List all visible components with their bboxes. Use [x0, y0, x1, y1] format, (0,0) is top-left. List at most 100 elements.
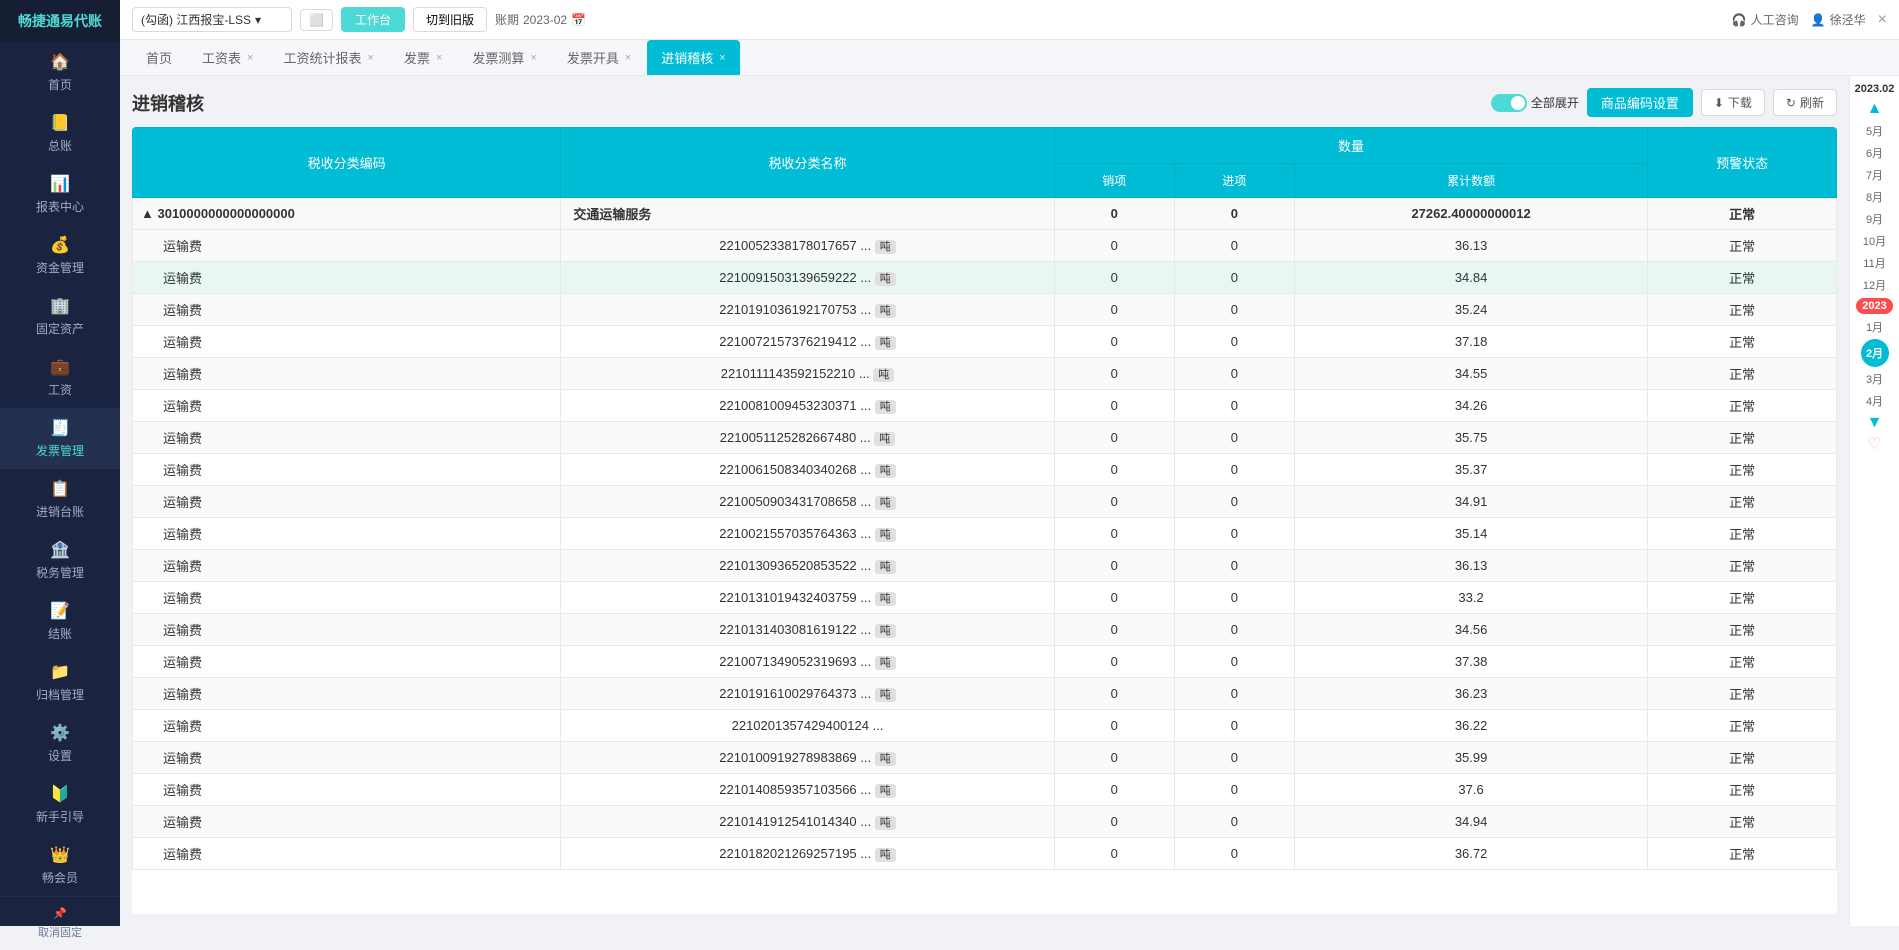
goods-setting-button[interactable]: 商品编码设置 — [1587, 88, 1693, 117]
sidebar-pin-toggle[interactable]: 📌 取消固定 — [0, 896, 120, 950]
row-cumulative: 34.55 — [1294, 358, 1647, 390]
top-bar-right: 🎧 人工咨询 👤 徐泾华 × — [1732, 11, 1887, 29]
col-purchase: 进项 — [1174, 164, 1294, 198]
sidebar-item-home[interactable]: 🏠 首页 — [0, 42, 120, 103]
content-area: 进销稽核 全部展开 商品编码设置 ⬇ 下载 ↻ 刷新 — [120, 76, 1899, 926]
table-row: 运输费 2210201357429400124 ... 0 0 36.22 正常 — [133, 710, 1837, 742]
row-invoice-code: 2210091503139659222 ... 吨 — [561, 262, 1054, 294]
sidebar: 畅捷通易代账 🏠 首页 📒 总账 📊 报表中心 💰 资金管理 🏢 固定资产 💼 … — [0, 0, 120, 926]
row-status: 正常 — [1648, 230, 1837, 262]
toggle-all-label: 全部展开 — [1531, 94, 1579, 111]
timeline-month-2-active[interactable]: 2月 — [1861, 339, 1889, 367]
row-sale: 0 — [1054, 294, 1174, 326]
tab-invoice-calc-close[interactable]: × — [530, 52, 536, 64]
tab-invoice-open-close[interactable]: × — [625, 52, 631, 64]
timeline-month-9[interactable]: 9月 — [1850, 208, 1899, 230]
col-quantity-group: 数量 — [1054, 128, 1648, 164]
row-cumulative: 34.26 — [1294, 390, 1647, 422]
tab-salary[interactable]: 工资表 × — [188, 40, 267, 75]
row-purchase: 0 — [1174, 806, 1294, 838]
tab-home[interactable]: 首页 — [132, 40, 186, 75]
tab-invoice-calc[interactable]: 发票测算 × — [458, 40, 550, 75]
sidebar-item-ledger[interactable]: 📒 总账 — [0, 103, 120, 164]
support-link[interactable]: 🎧 人工咨询 — [1732, 11, 1799, 28]
sidebar-item-bookkeeping[interactable]: 📝 结账 — [0, 591, 120, 652]
timeline-month-4[interactable]: 4月 — [1850, 390, 1899, 412]
sidebar-item-new-guide[interactable]: 🔰 新手引导 — [0, 774, 120, 835]
table-row: 运输费 2210111143592152210 ... 吨 0 0 34.55 … — [133, 358, 1837, 390]
row-invoice-code: 2210140859357103566 ... 吨 — [561, 774, 1054, 806]
row-invoice-code: 2210182021269257195 ... 吨 — [561, 838, 1054, 870]
row-name: 运输费 — [133, 550, 561, 582]
user-profile[interactable]: 👤 徐泾华 — [1811, 11, 1866, 28]
switch-old-button[interactable]: 切到旧版 — [413, 7, 487, 32]
row-cumulative: 27262.40000000012 — [1294, 198, 1647, 230]
row-cumulative: 34.94 — [1294, 806, 1647, 838]
table-row: 运输费 2210081009453230371 ... 吨 0 0 34.26 … — [133, 390, 1837, 422]
tab-salary-close[interactable]: × — [247, 52, 253, 64]
timeline-month-7[interactable]: 7月 — [1850, 164, 1899, 186]
salary-icon: 💼 — [50, 357, 70, 377]
timeline-month-11[interactable]: 11月 — [1850, 252, 1899, 274]
tab-invoice-close[interactable]: × — [436, 52, 442, 64]
sidebar-item-reports[interactable]: 📊 报表中心 — [0, 164, 120, 225]
table-row: 运输费 2210052338178017657 ... 吨 0 0 36.13 … — [133, 230, 1837, 262]
tab-invoice-label: 发票 — [404, 48, 430, 67]
timeline-month-10[interactable]: 10月 — [1850, 230, 1899, 252]
tab-invoice-open[interactable]: 发票开具 × — [553, 40, 645, 75]
sidebar-item-fixed-assets[interactable]: 🏢 固定资产 — [0, 286, 120, 347]
sidebar-item-settings[interactable]: ⚙️ 设置 — [0, 713, 120, 774]
table-row: ▲ 3010000000000000000 交通运输服务 0 0 27262.4… — [133, 198, 1837, 230]
row-name: 运输费 — [133, 582, 561, 614]
row-sale: 0 — [1054, 774, 1174, 806]
copy-button[interactable]: ⬜ — [300, 9, 333, 31]
calendar-icon[interactable]: 📅 — [571, 13, 586, 27]
download-icon: ⬇ — [1714, 96, 1724, 110]
row-status: 正常 — [1648, 774, 1837, 806]
sidebar-item-capital[interactable]: 💰 资金管理 — [0, 225, 120, 286]
sidebar-item-purchase-sales[interactable]: 📋 进销台账 — [0, 469, 120, 530]
timeline-month-1[interactable]: 1月 — [1850, 316, 1899, 338]
row-sale: 0 — [1054, 230, 1174, 262]
tab-salary-stats-close[interactable]: × — [367, 52, 373, 64]
row-name: 运输费 — [133, 454, 561, 486]
close-button[interactable]: × — [1878, 11, 1887, 29]
timeline-month-6[interactable]: 6月 — [1850, 142, 1899, 164]
row-purchase: 0 — [1174, 678, 1294, 710]
table-row: 运输费 2210091503139659222 ... 吨 0 0 34.84 … — [133, 262, 1837, 294]
timeline-month-12[interactable]: 12月 — [1850, 274, 1899, 296]
row-name: 运输费 — [133, 614, 561, 646]
row-cumulative: 36.13 — [1294, 550, 1647, 582]
sidebar-item-member[interactable]: 👑 畅会员 — [0, 835, 120, 896]
company-selector[interactable]: (勾函) 江西报宝-LSS ▾ — [132, 7, 292, 32]
tab-reconcile[interactable]: 进销稽核 × — [647, 40, 739, 75]
table-row: 运输费 2210191610029764373 ... 吨 0 0 36.23 … — [133, 678, 1837, 710]
row-cumulative: 35.75 — [1294, 422, 1647, 454]
refresh-button[interactable]: ↻ 刷新 — [1773, 89, 1837, 116]
row-name: 运输费 — [133, 678, 561, 710]
timeline-down-arrow[interactable]: ▼ — [1865, 412, 1885, 434]
sidebar-item-salary[interactable]: 💼 工资 — [0, 347, 120, 408]
row-cumulative: 35.24 — [1294, 294, 1647, 326]
tab-salary-stats[interactable]: 工资统计报表 × — [269, 40, 387, 75]
sidebar-item-archive[interactable]: 📁 归档管理 — [0, 652, 120, 713]
timeline-month-3[interactable]: 3月 — [1850, 368, 1899, 390]
row-name: 运输费 — [133, 518, 561, 550]
sidebar-item-invoice-mgmt[interactable]: 🧾 发票管理 — [0, 408, 120, 469]
expand-all-toggle[interactable] — [1491, 94, 1527, 112]
download-button[interactable]: ⬇ 下载 — [1701, 89, 1765, 116]
row-cumulative: 35.99 — [1294, 742, 1647, 774]
timeline-month-5[interactable]: 5月 — [1850, 120, 1899, 142]
timeline-month-8[interactable]: 8月 — [1850, 186, 1899, 208]
sidebar-item-tax-mgmt[interactable]: 🏦 税务管理 — [0, 530, 120, 591]
row-name: 运输费 — [133, 422, 561, 454]
tab-invoice[interactable]: 发票 × — [390, 40, 456, 75]
row-status: 正常 — [1648, 582, 1837, 614]
timeline-up-arrow[interactable]: ▲ — [1865, 98, 1885, 120]
page-content: 进销稽核 全部展开 商品编码设置 ⬇ 下载 ↻ 刷新 — [120, 76, 1849, 926]
row-invoice-code: 2210131019432403759 ... 吨 — [561, 582, 1054, 614]
row-sale: 0 — [1054, 326, 1174, 358]
tab-reconcile-close[interactable]: × — [719, 52, 725, 64]
purchase-sales-icon: 📋 — [50, 479, 70, 499]
workbench-button[interactable]: 工作台 — [341, 7, 405, 32]
